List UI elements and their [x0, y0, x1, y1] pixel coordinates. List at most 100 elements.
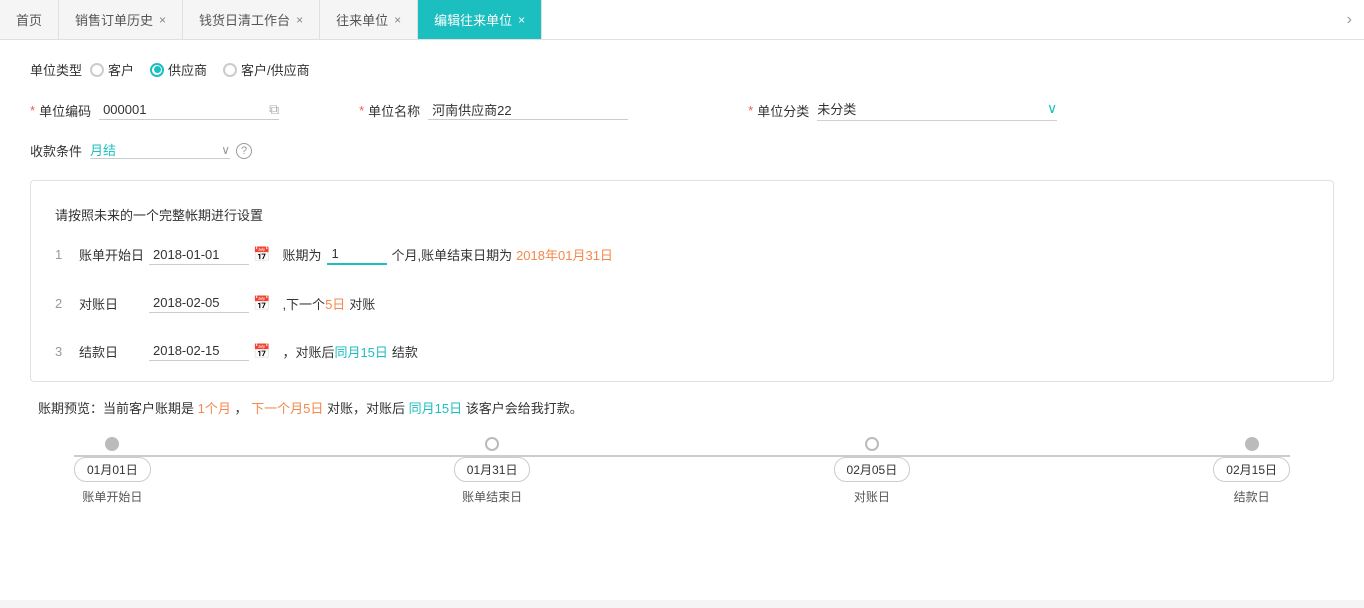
- billing-period-card: 请按照未来的一个完整帐期进行设置 1 账单开始日 📅 账期为 个月,账单结束日期…: [30, 180, 1334, 382]
- reconciliation-calendar-icon[interactable]: 📅: [253, 295, 270, 312]
- timeline-dot-payment: [1245, 437, 1259, 451]
- preview-part2: 下一个月5日: [251, 401, 323, 416]
- unit-category-chevron-icon: ∨: [1047, 100, 1057, 117]
- billing-start-date-field[interactable]: [149, 245, 249, 265]
- radio-customer-supplier-label: 客户/供应商: [241, 60, 310, 79]
- billing-period-input[interactable]: [327, 244, 387, 265]
- tab-sales-history[interactable]: 销售订单历史 ×: [59, 0, 183, 39]
- copy-icon[interactable]: ⧉: [269, 101, 279, 118]
- reconciliation-desc-prefix: ,下一个: [282, 294, 325, 313]
- timeline-label-end: 账单结束日: [462, 488, 522, 505]
- preview-text: 账期预览：当前客户账期是 1个月 ， 下一个月5日 对账，对账后 同月15日 该…: [34, 398, 1330, 417]
- preview-prefix: 账期预览：当前客户账期是: [38, 401, 194, 416]
- reconciliation-date-input: 📅: [149, 293, 270, 313]
- tab-contacts-close[interactable]: ×: [394, 13, 401, 27]
- unit-code-input[interactable]: [99, 100, 269, 119]
- timeline-points: 01月01日 账单开始日 01月31日 账单结束日 02月05日 对账日 02月…: [74, 437, 1290, 505]
- billing-start-field-label: 账单开始日: [79, 245, 149, 264]
- tab-contacts-label: 往来单位: [336, 10, 388, 29]
- radio-customer-label: 客户: [108, 60, 134, 79]
- payment-condition-chevron-icon: ∨: [221, 143, 230, 157]
- reconciliation-desc-suffix: 对账: [349, 294, 375, 313]
- payment-date-calendar-icon[interactable]: 📅: [253, 343, 270, 360]
- payment-date-input: 📅: [149, 341, 270, 361]
- payment-condition-help-icon[interactable]: ?: [236, 143, 252, 159]
- timeline-label-reconcile: 对账日: [854, 488, 890, 505]
- billing-start-calendar-icon[interactable]: 📅: [253, 246, 270, 263]
- payment-date-num: 3: [55, 344, 79, 359]
- tab-daily-work[interactable]: 钱货日清工作台 ×: [183, 0, 320, 39]
- reconciliation-num: 2: [55, 296, 79, 311]
- tab-sales-history-close[interactable]: ×: [159, 13, 166, 27]
- tab-edit-contacts-label: 编辑往来单位: [434, 10, 512, 29]
- preview-suffix: 该客户会给我打款。: [466, 401, 583, 416]
- reconciliation-field-label: 对账日: [79, 294, 149, 313]
- radio-customer[interactable]: 客户: [90, 60, 134, 79]
- billing-start-date-input: 📅: [149, 245, 270, 265]
- timeline-point-payment: 02月15日 结款日: [1213, 437, 1290, 505]
- unit-type-radio-group: 客户 供应商 客户/供应商: [90, 60, 310, 79]
- billing-period-end-date: 2018年01月31日: [516, 245, 613, 264]
- preview-mid1: ，: [235, 401, 248, 416]
- timeline-point-reconcile: 02月05日 对账日: [834, 437, 911, 505]
- radio-customer-circle: [90, 63, 104, 77]
- main-content: 单位类型 客户 供应商 客户/供应商 * 单位编码: [0, 40, 1364, 600]
- payment-condition-field: 收款条件 月结 ∨ ?: [30, 141, 252, 160]
- tab-contacts[interactable]: 往来单位 ×: [320, 0, 418, 39]
- radio-supplier-label: 供应商: [168, 60, 207, 79]
- payment-date-row: 3 结款日 📅 ，对账后 同月15日 结款: [55, 341, 1309, 361]
- unit-info-row: * 单位编码 ⧉ * 单位名称 * 单位分类 未分类 ∨: [30, 99, 1334, 121]
- preview-mid2: 对账，对账后: [327, 401, 405, 416]
- tab-daily-work-label: 钱货日清工作台: [199, 10, 290, 29]
- timeline-dot-reconcile: [865, 437, 879, 451]
- preview-section: 账期预览：当前客户账期是 1个月 ， 下一个月5日 对账，对账后 同月15日 该…: [30, 398, 1334, 505]
- payment-condition-select-wrapper[interactable]: 月结 ∨: [90, 143, 230, 159]
- payment-condition-row: 收款条件 月结 ∨ ?: [30, 141, 1334, 160]
- unit-type-field: 单位类型 客户 供应商 客户/供应商: [30, 60, 310, 79]
- unit-category-label: 单位分类: [757, 101, 809, 120]
- unit-name-label: 单位名称: [368, 101, 420, 120]
- radio-supplier[interactable]: 供应商: [150, 60, 207, 79]
- radio-customer-supplier-circle: [223, 63, 237, 77]
- card-instruction: 请按照未来的一个完整帐期进行设置: [55, 205, 1309, 224]
- timeline-badge-start: 01月01日: [74, 457, 151, 482]
- unit-name-input[interactable]: [428, 100, 628, 120]
- payment-date-field[interactable]: [149, 341, 249, 361]
- unit-name-field: * 单位名称: [359, 100, 628, 120]
- unit-code-label: 单位编码: [39, 101, 91, 120]
- tab-daily-work-close[interactable]: ×: [296, 13, 303, 27]
- billing-period-label: 账期为: [282, 245, 321, 264]
- timeline-label-payment: 结款日: [1234, 488, 1270, 505]
- unit-category-dropdown[interactable]: 未分类 ∨: [817, 99, 1057, 121]
- unit-code-field: * 单位编码 ⧉: [30, 100, 279, 120]
- payment-date-field-label: 结款日: [79, 342, 149, 361]
- payment-date-highlight: 同月15日: [334, 342, 387, 361]
- reconciliation-date-field[interactable]: [149, 293, 249, 313]
- timeline-label-start: 账单开始日: [82, 488, 142, 505]
- timeline-badge-end: 01月31日: [454, 457, 531, 482]
- tab-edit-contacts[interactable]: 编辑往来单位 ×: [418, 0, 542, 39]
- timeline-dot-end: [485, 437, 499, 451]
- tab-home[interactable]: 首页: [0, 0, 59, 39]
- unit-code-input-wrapper: ⧉: [99, 100, 279, 120]
- timeline: 01月01日 账单开始日 01月31日 账单结束日 02月05日 对账日 02月…: [34, 437, 1330, 505]
- billing-start-num: 1: [55, 247, 79, 262]
- payment-condition-label: 收款条件: [30, 141, 82, 160]
- unit-code-star: *: [30, 103, 35, 118]
- tab-more-button[interactable]: ›: [1335, 11, 1364, 29]
- payment-date-desc-prefix: ，对账后: [282, 342, 334, 361]
- tabs-bar: 首页 销售订单历史 × 钱货日清工作台 × 往来单位 × 编辑往来单位 × ›: [0, 0, 1364, 40]
- billing-start-row: 1 账单开始日 📅 账期为 个月,账单结束日期为 2018年01月31日: [55, 244, 1309, 265]
- unit-category-value: 未分类: [817, 99, 856, 118]
- timeline-dot-start: [105, 437, 119, 451]
- payment-condition-select[interactable]: 月结: [90, 143, 217, 158]
- payment-date-desc-suffix: 结款: [392, 342, 418, 361]
- timeline-badge-reconcile: 02月05日: [834, 457, 911, 482]
- tab-home-label: 首页: [16, 10, 42, 29]
- radio-customer-supplier[interactable]: 客户/供应商: [223, 60, 310, 79]
- unit-type-row: 单位类型 客户 供应商 客户/供应商: [30, 60, 1334, 79]
- timeline-point-start: 01月01日 账单开始日: [74, 437, 151, 505]
- tab-sales-history-label: 销售订单历史: [75, 10, 153, 29]
- unit-name-star: *: [359, 103, 364, 118]
- tab-edit-contacts-close[interactable]: ×: [518, 13, 525, 27]
